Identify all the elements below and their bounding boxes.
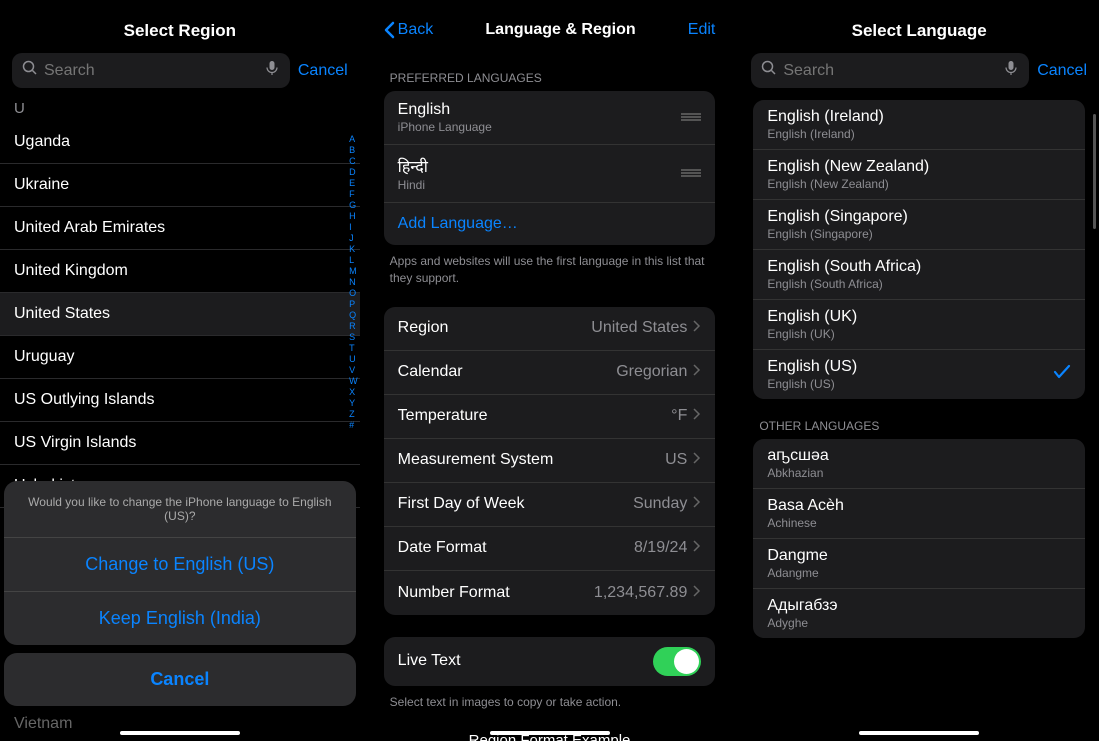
back-label: Back: [398, 21, 434, 39]
keep-language-button[interactable]: Keep English (India): [4, 592, 356, 645]
chevron-right-icon: [693, 584, 701, 602]
list-item[interactable]: English (UK) English (UK): [753, 300, 1085, 350]
list-item[interactable]: United Arab Emirates: [0, 207, 360, 250]
live-text-group: Live Text: [384, 637, 716, 686]
select-language-screen: Select Language Cancel English (Ireland)…: [739, 0, 1099, 741]
language-sub: Hindi: [398, 178, 682, 192]
search-field[interactable]: [751, 53, 1029, 88]
scrollbar[interactable]: [1093, 114, 1096, 229]
home-indicator[interactable]: [120, 731, 240, 735]
cancel-button[interactable]: Cancel: [4, 653, 356, 706]
chevron-right-icon: [693, 451, 701, 469]
change-language-button[interactable]: Change to English (US): [4, 538, 356, 592]
measurement-row[interactable]: Measurement System US: [384, 439, 716, 483]
list-item[interactable]: US Outlying Islands: [0, 379, 360, 422]
list-item: Vietnam: [14, 715, 72, 733]
other-languages-list: аҧсшәа Abkhazian Basa Acèh Achinese Dang…: [753, 439, 1085, 638]
language-name: English: [398, 101, 682, 119]
chevron-right-icon: [693, 407, 701, 425]
page-title: Select Language: [739, 9, 1099, 53]
edit-button[interactable]: Edit: [688, 21, 716, 39]
list-item[interactable]: English (US) English (US): [753, 350, 1085, 399]
section-header: Other Languages: [739, 399, 1099, 439]
cancel-button[interactable]: Cancel: [1037, 62, 1087, 80]
language-row[interactable]: English iPhone Language: [384, 91, 716, 145]
list-item[interactable]: English (South Africa) English (South Af…: [753, 250, 1085, 300]
language-row[interactable]: हिन्दी Hindi: [384, 145, 716, 203]
page-title: Language & Region: [485, 21, 635, 39]
search-icon: [761, 60, 777, 81]
language-region-screen: Back Language & Region Edit Preferred La…: [370, 0, 730, 741]
back-button[interactable]: Back: [384, 21, 434, 39]
region-settings-group: Region United States Calendar Gregorian …: [384, 307, 716, 615]
search-field[interactable]: [12, 53, 290, 88]
sheet-prompt: Would you like to change the iPhone lang…: [4, 481, 356, 538]
mic-icon[interactable]: [1003, 60, 1019, 81]
chevron-right-icon: [693, 539, 701, 557]
search-input[interactable]: [783, 62, 997, 80]
list-item[interactable]: Uruguay: [0, 336, 360, 379]
section-footer: Apps and websites will use the first lan…: [370, 245, 730, 295]
list-item[interactable]: English (Singapore) English (Singapore): [753, 200, 1085, 250]
list-item[interactable]: Dangme Adangme: [753, 539, 1085, 589]
reorder-handle-icon[interactable]: [681, 165, 701, 183]
list-item[interactable]: Uganda: [0, 121, 360, 164]
search-bar: Cancel: [0, 53, 360, 96]
language-name: हिन्दी: [398, 155, 682, 177]
home-indicator[interactable]: [490, 731, 610, 735]
list-item[interactable]: English (Ireland) English (Ireland): [753, 100, 1085, 150]
list-item[interactable]: English (New Zealand) English (New Zeala…: [753, 150, 1085, 200]
checkmark-icon: [1053, 364, 1071, 385]
home-indicator[interactable]: [859, 731, 979, 735]
date-format-row[interactable]: Date Format 8/19/24: [384, 527, 716, 571]
list-item[interactable]: US Virgin Islands: [0, 422, 360, 465]
reorder-handle-icon[interactable]: [681, 109, 701, 127]
region-list[interactable]: U Uganda Ukraine United Arab Emirates Un…: [0, 96, 360, 508]
section-header: U: [0, 96, 360, 121]
region-screen: Select Region Cancel U Uganda Ukraine Un…: [0, 0, 360, 741]
chevron-right-icon: [693, 319, 701, 337]
section-footer: Select text in images to copy or take ac…: [370, 686, 730, 719]
list-item[interactable]: United States: [0, 293, 360, 336]
list-item[interactable]: аҧсшәа Abkhazian: [753, 439, 1085, 489]
nav-bar: Back Language & Region Edit: [370, 9, 730, 51]
first-day-row[interactable]: First Day of Week Sunday: [384, 483, 716, 527]
action-sheet: Would you like to change the iPhone lang…: [4, 481, 356, 706]
preferred-languages-group: English iPhone Language हिन्दी Hindi Add…: [384, 91, 716, 245]
mic-icon[interactable]: [264, 60, 280, 81]
language-list: English (Ireland) English (Ireland) Engl…: [753, 100, 1085, 399]
page-title: Select Region: [0, 9, 360, 53]
search-input[interactable]: [44, 62, 258, 80]
alphabet-index[interactable]: A B C D E F G H I J K L M N O P Q R S T …: [349, 134, 358, 431]
section-header: Preferred Languages: [370, 51, 730, 91]
temperature-row[interactable]: Temperature °F: [384, 395, 716, 439]
add-language-button[interactable]: Add Language…: [384, 203, 716, 245]
region-row[interactable]: Region United States: [384, 307, 716, 351]
language-sub: iPhone Language: [398, 120, 682, 134]
live-text-toggle[interactable]: [653, 647, 701, 676]
calendar-row[interactable]: Calendar Gregorian: [384, 351, 716, 395]
list-item[interactable]: Адыгабзэ Adyghe: [753, 589, 1085, 638]
list-item[interactable]: United Kingdom: [0, 250, 360, 293]
number-format-row[interactable]: Number Format 1,234,567.89: [384, 571, 716, 615]
region-format-example-label: Region Format Example: [370, 718, 730, 741]
chevron-right-icon: [693, 363, 701, 381]
cancel-button[interactable]: Cancel: [298, 62, 348, 80]
chevron-right-icon: [693, 495, 701, 513]
search-bar: Cancel: [739, 53, 1099, 96]
live-text-row: Live Text: [384, 637, 716, 686]
search-icon: [22, 60, 38, 81]
list-item[interactable]: Basa Acèh Achinese: [753, 489, 1085, 539]
list-item[interactable]: Ukraine: [0, 164, 360, 207]
